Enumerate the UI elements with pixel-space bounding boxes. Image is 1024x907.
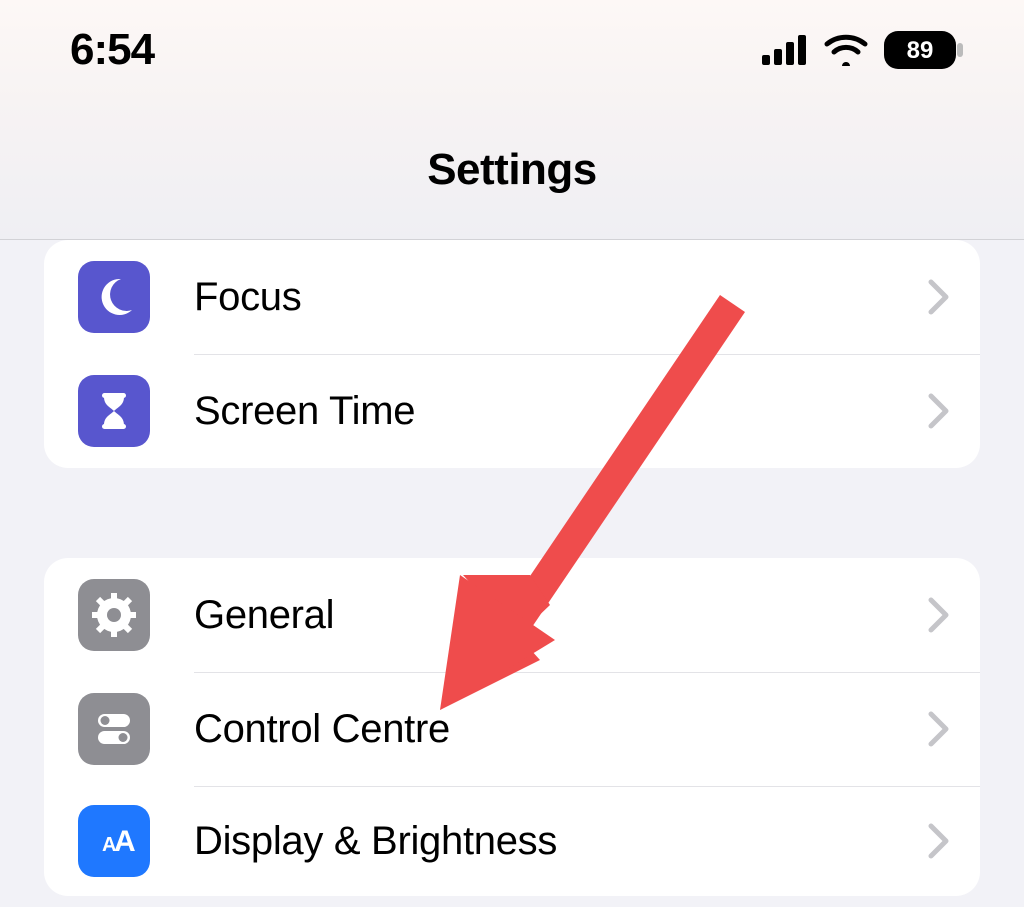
settings-row-display-brightness[interactable]: A A Display & Brightness bbox=[44, 786, 980, 896]
settings-row-label: Control Centre bbox=[194, 707, 928, 752]
settings-group: Focus Screen Time bbox=[44, 240, 980, 468]
status-time: 6:54 bbox=[70, 25, 154, 75]
page-title: Settings bbox=[427, 145, 597, 195]
svg-text:A: A bbox=[114, 825, 136, 858]
settings-list: Focus Screen Time bbox=[0, 240, 1024, 896]
settings-row-control-centre[interactable]: Control Centre bbox=[44, 672, 980, 786]
chevron-right-icon bbox=[928, 279, 950, 315]
status-bar: 6:54 89 bbox=[0, 0, 1024, 100]
chevron-right-icon bbox=[928, 711, 950, 747]
wifi-icon bbox=[824, 34, 868, 66]
cellular-icon bbox=[762, 35, 808, 65]
hourglass-icon bbox=[78, 375, 150, 447]
toggles-icon bbox=[78, 693, 150, 765]
svg-text:89: 89 bbox=[907, 37, 934, 64]
settings-group: General Control Centre A A bbox=[44, 558, 980, 896]
moon-icon bbox=[78, 261, 150, 333]
settings-row-focus[interactable]: Focus bbox=[44, 240, 980, 354]
battery-icon: 89 bbox=[884, 31, 964, 69]
settings-row-general[interactable]: General bbox=[44, 558, 980, 672]
gear-icon bbox=[78, 579, 150, 651]
settings-row-label: Screen Time bbox=[194, 389, 928, 434]
settings-row-label: General bbox=[194, 593, 928, 638]
page-header: Settings bbox=[0, 100, 1024, 240]
settings-row-label: Focus bbox=[194, 275, 928, 320]
chevron-right-icon bbox=[928, 597, 950, 633]
chevron-right-icon bbox=[928, 393, 950, 429]
status-indicators: 89 bbox=[762, 31, 964, 69]
settings-row-screen-time[interactable]: Screen Time bbox=[44, 354, 980, 468]
chevron-right-icon bbox=[928, 823, 950, 859]
text-size-icon: A A bbox=[78, 805, 150, 877]
settings-row-label: Display & Brightness bbox=[194, 819, 928, 864]
